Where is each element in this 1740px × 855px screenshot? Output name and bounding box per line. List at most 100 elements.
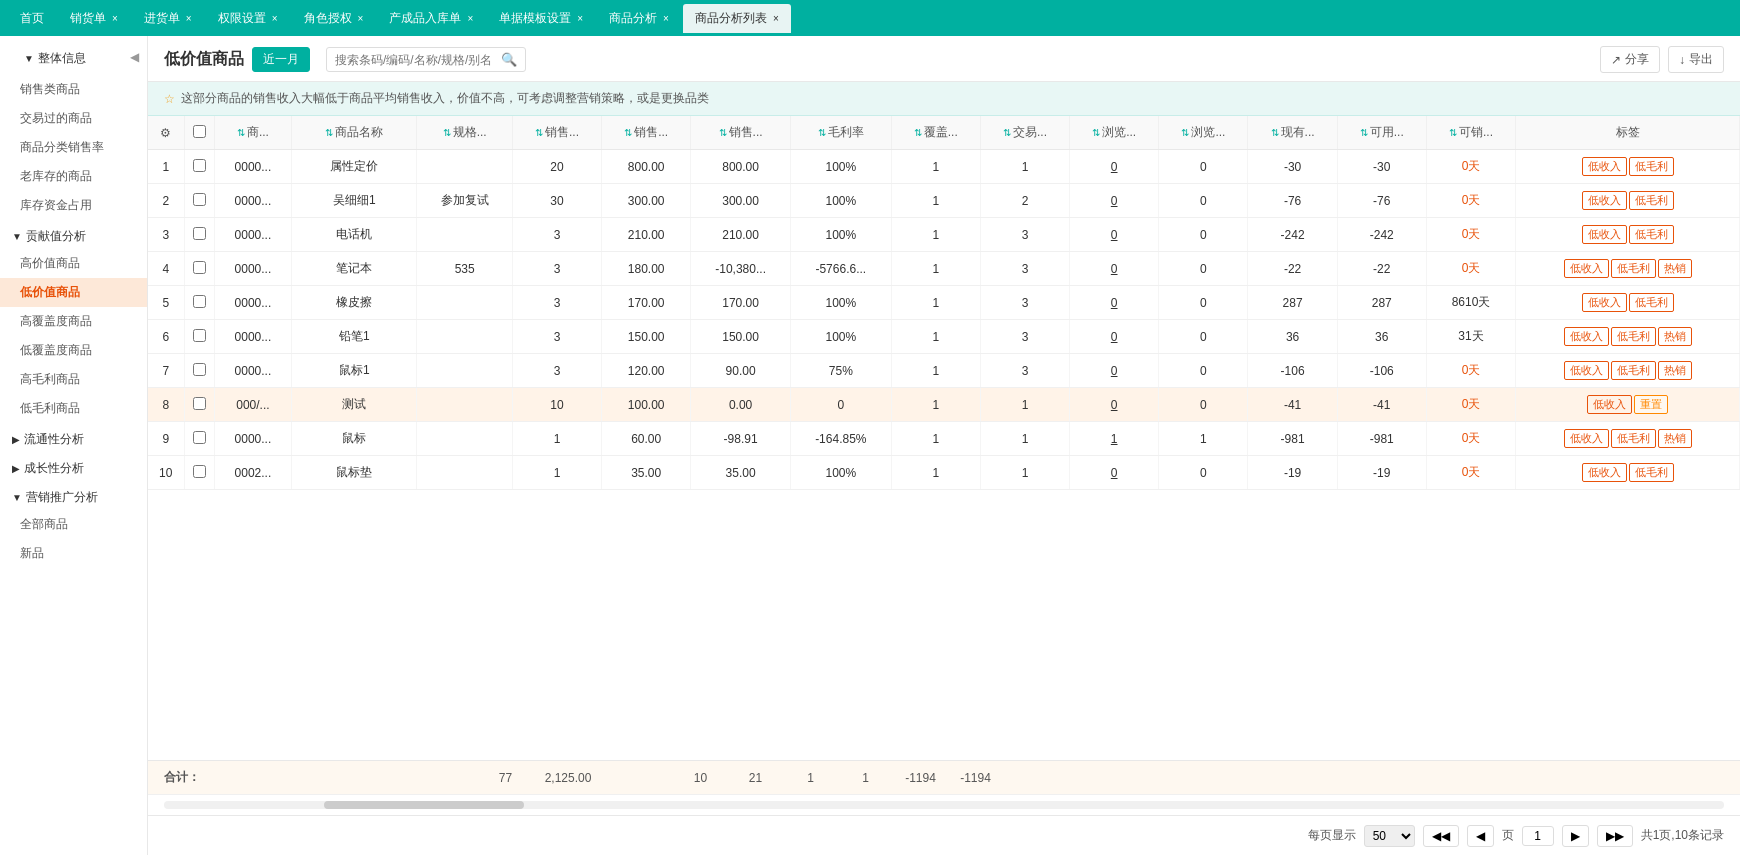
col-name[interactable]: ⇅ 商品名称 <box>292 116 417 150</box>
sidebar-group-contribution[interactable]: ▼ 贡献值分析 <box>0 220 147 249</box>
row-checkbox[interactable] <box>193 227 206 240</box>
prev-page-button[interactable]: ◀ <box>1467 825 1494 847</box>
export-button[interactable]: ↓ 导出 <box>1668 46 1724 73</box>
sidebar-item-low-value[interactable]: 低价值商品 <box>0 278 147 307</box>
sidebar-group-flow[interactable]: ▶ 流通性分析 <box>0 423 147 452</box>
select-all-checkbox[interactable] <box>193 125 206 138</box>
col-profit-rate[interactable]: ⇅ 毛利率 <box>790 116 891 150</box>
col-sales-qty[interactable]: ⇅ 销售... <box>512 116 601 150</box>
row-checkbox[interactable] <box>193 295 206 308</box>
close-icon[interactable]: × <box>467 13 473 24</box>
next-page-button[interactable]: ▶ <box>1562 825 1589 847</box>
per-page-select[interactable]: 50 100 200 <box>1364 825 1415 847</box>
row-checkbox[interactable] <box>193 159 206 172</box>
close-icon[interactable]: × <box>186 13 192 24</box>
sidebar-item-low-profit[interactable]: 低毛利商品 <box>0 394 147 423</box>
row-browse1[interactable]: 1 <box>1070 422 1159 456</box>
row-browse1[interactable]: 0 <box>1070 286 1159 320</box>
first-page-button[interactable]: ◀◀ <box>1423 825 1459 847</box>
nav-sales[interactable]: 销货单 × <box>58 4 130 33</box>
nav-role-auth[interactable]: 角色授权 × <box>292 4 376 33</box>
row-code: 000/... <box>214 388 292 422</box>
row-browse1[interactable]: 0 <box>1070 354 1159 388</box>
close-icon[interactable]: × <box>272 13 278 24</box>
sidebar-item-low-coverage[interactable]: 低覆盖度商品 <box>0 336 147 365</box>
row-checkbox[interactable] <box>193 397 206 410</box>
col-code[interactable]: ⇅ 商... <box>214 116 292 150</box>
row-browse1[interactable]: 0 <box>1070 184 1159 218</box>
nav-product-analysis-list[interactable]: 商品分析列表 × <box>683 4 791 33</box>
close-icon[interactable]: × <box>663 13 669 24</box>
col-spec[interactable]: ⇅ 规格... <box>417 116 512 150</box>
sidebar-item-traded-goods[interactable]: 交易过的商品 <box>0 104 147 133</box>
close-icon[interactable]: × <box>773 13 779 24</box>
row-checkbox[interactable] <box>193 193 206 206</box>
sidebar-item-high-value[interactable]: 高价值商品 <box>0 249 147 278</box>
tag-badge: 低收入 <box>1582 157 1627 176</box>
page-input[interactable] <box>1522 826 1554 846</box>
row-checkbox[interactable] <box>193 261 206 274</box>
row-number: 1 <box>148 150 184 184</box>
last-page-button[interactable]: ▶▶ <box>1597 825 1633 847</box>
sidebar-item-stock-capital[interactable]: 库存资金占用 <box>0 191 147 220</box>
col-coverage[interactable]: ⇅ 覆盖... <box>891 116 980 150</box>
sidebar-item-all-goods[interactable]: 全部商品 <box>0 510 147 539</box>
sidebar-item-category-sales-rate[interactable]: 商品分类销售率 <box>0 133 147 162</box>
nav-auth-settings[interactable]: 权限设置 × <box>206 4 290 33</box>
col-avail[interactable]: ⇅ 可用... <box>1337 116 1426 150</box>
col-sales-amount2[interactable]: ⇅ 销售... <box>691 116 791 150</box>
col-stock[interactable]: ⇅ 现有... <box>1248 116 1337 150</box>
row-checkbox[interactable] <box>193 431 206 444</box>
row-browse1[interactable]: 0 <box>1070 252 1159 286</box>
sidebar-group-marketing[interactable]: ▼ 营销推广分析 <box>0 481 147 510</box>
sidebar-item-high-profit[interactable]: 高毛利商品 <box>0 365 147 394</box>
row-tags: 低收入低毛利 <box>1516 150 1740 184</box>
search-icon[interactable]: 🔍 <box>501 52 517 67</box>
row-checkbox[interactable] <box>193 329 206 342</box>
sidebar-item-new-goods[interactable]: 新品 <box>0 539 147 568</box>
table-wrapper[interactable]: ⚙ ⇅ 商... ⇅ <box>148 116 1740 760</box>
nav-finished-goods[interactable]: 产成品入库单 × <box>377 4 485 33</box>
table-row: 20000...吴细细1参加复试30300.00300.00100%1200-7… <box>148 184 1740 218</box>
row-browse1[interactable]: 0 <box>1070 320 1159 354</box>
tag-badge: 低收入 <box>1564 259 1609 278</box>
sidebar-group-overall[interactable]: ▼ 整体信息 <box>12 42 130 71</box>
sidebar-item-high-coverage[interactable]: 高覆盖度商品 <box>0 307 147 336</box>
sidebar-group-growth[interactable]: ▶ 成长性分析 <box>0 452 147 481</box>
nav-purchase[interactable]: 进货单 × <box>132 4 204 33</box>
col-browse1[interactable]: ⇅ 浏览... <box>1070 116 1159 150</box>
row-browse1[interactable]: 0 <box>1070 456 1159 490</box>
gear-icon[interactable]: ⚙ <box>160 126 171 140</box>
share-button[interactable]: ↗ 分享 <box>1600 46 1660 73</box>
close-icon[interactable]: × <box>358 13 364 24</box>
sidebar-item-sales-goods[interactable]: 销售类商品 <box>0 75 147 104</box>
row-browse1[interactable]: 0 <box>1070 218 1159 252</box>
row-trade: 2 <box>980 184 1069 218</box>
sidebar-item-old-stock[interactable]: 老库存的商品 <box>0 162 147 191</box>
nav-home[interactable]: 首页 <box>8 4 56 33</box>
table-row: 10000...属性定价20800.00800.00100%1100-30-30… <box>148 150 1740 184</box>
table-row: 100002...鼠标垫135.0035.00100%1100-19-190天低… <box>148 456 1740 490</box>
col-gear[interactable]: ⚙ <box>148 116 184 150</box>
row-code: 0000... <box>214 150 292 184</box>
nav-product-analysis[interactable]: 商品分析 × <box>597 4 681 33</box>
row-checkbox[interactable] <box>193 465 206 478</box>
sort-icon: ⇅ <box>719 127 727 138</box>
row-qty: 1 <box>512 456 601 490</box>
row-sales1: 35.00 <box>602 456 691 490</box>
filter-recent-month-button[interactable]: 近一月 <box>252 47 310 72</box>
row-browse1[interactable]: 0 <box>1070 150 1159 184</box>
row-checkbox[interactable] <box>193 363 206 376</box>
horizontal-scrollbar[interactable] <box>164 801 1724 809</box>
col-sellable[interactable]: ⇅ 可销... <box>1426 116 1515 150</box>
close-icon[interactable]: × <box>112 13 118 24</box>
col-trade[interactable]: ⇅ 交易... <box>980 116 1069 150</box>
col-browse2[interactable]: ⇅ 浏览... <box>1159 116 1248 150</box>
col-sales-amount1[interactable]: ⇅ 销售... <box>602 116 691 150</box>
row-browse1[interactable]: 0 <box>1070 388 1159 422</box>
nav-template-settings[interactable]: 单据模板设置 × <box>487 4 595 33</box>
search-input[interactable] <box>335 53 497 67</box>
col-checkbox-header[interactable] <box>184 116 214 150</box>
sidebar-collapse-btn[interactable]: ◀ <box>130 50 139 64</box>
close-icon[interactable]: × <box>577 13 583 24</box>
